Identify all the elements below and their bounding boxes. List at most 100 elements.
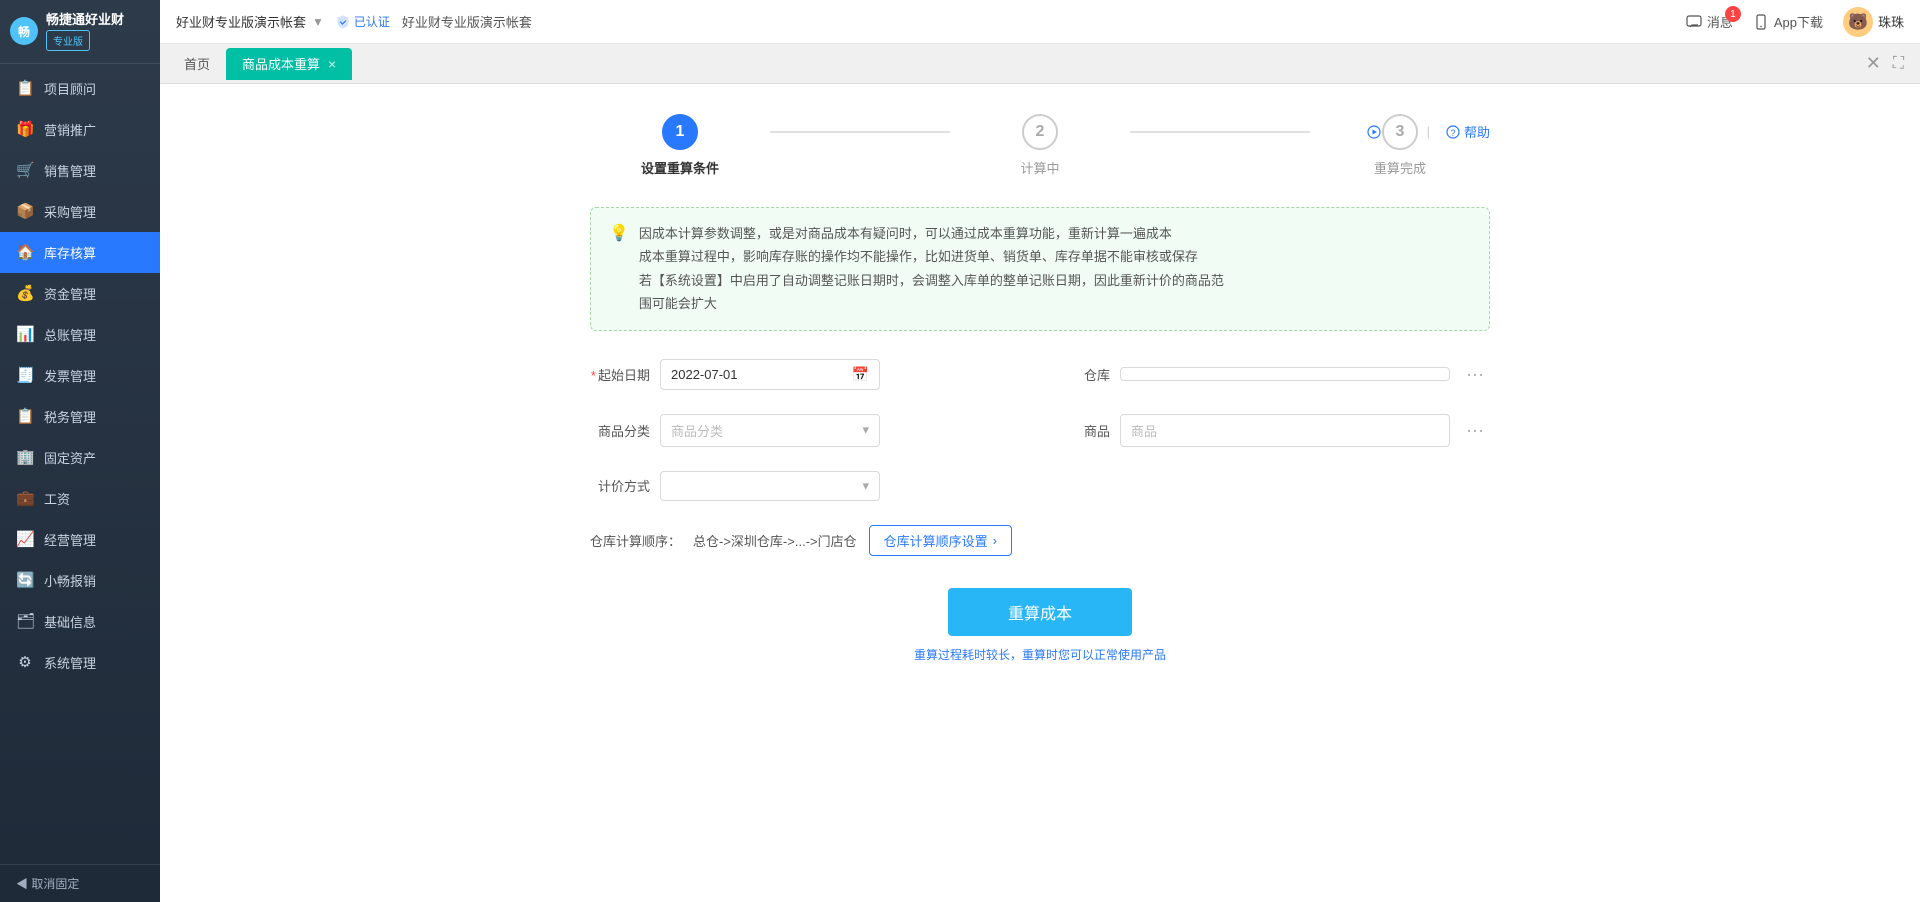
warehouse-order-settings-button[interactable]: 仓库计算顺序设置 › — [869, 525, 1012, 556]
step-label-2: 计算中 — [1020, 158, 1059, 177]
finance-icon: 💰 — [16, 284, 34, 302]
sidebar-item-tax[interactable]: 📋 税务管理 — [0, 396, 160, 437]
sidebar: 畅 畅捷通好业财 专业版 📋 项目顾问 🎁 营销推广 🛒 销售管理 📦 采购管理… — [0, 0, 160, 902]
account-name: 好业财专业版演示帐套 — [176, 12, 306, 31]
sidebar-nav: 📋 项目顾问 🎁 营销推广 🛒 销售管理 📦 采购管理 🏠 库存核算 💰 资金管… — [0, 64, 160, 864]
tab-cost-recalc[interactable]: 商品成本重算 × — [226, 48, 352, 80]
sidebar-item-purchase[interactable]: 📦 采购管理 — [0, 191, 160, 232]
sidebar-item-label: 资金管理 — [44, 284, 96, 303]
warehouse-label: 仓库 — [1050, 365, 1110, 384]
help-label: 帮助 — [1464, 122, 1490, 141]
sales-icon: 🛒 — [16, 161, 34, 179]
unpin-label: ◀ 取消固定 — [16, 875, 79, 892]
topbar-app-download[interactable]: App下载 — [1753, 12, 1823, 31]
goods-input[interactable]: 商品 — [1120, 414, 1450, 447]
sidebar-item-operation[interactable]: 📈 经营管理 — [0, 519, 160, 560]
verified-text: 已认证 — [354, 13, 390, 30]
sidebar-item-salary[interactable]: 💼 工资 — [0, 478, 160, 519]
operation-icon: 📈 — [16, 530, 34, 548]
sidebar-item-label: 发票管理 — [44, 366, 96, 385]
form-group-warehouse: 仓库 ··· — [1050, 364, 1490, 385]
sidebar-item-label: 经营管理 — [44, 530, 96, 549]
start-date-value: 2022-07-01 — [671, 367, 738, 382]
sidebar-item-label: 营销推广 — [44, 120, 96, 139]
info-line-2: 成本重算过程中，影响库存账的操作均不能操作，比如进货单、销货单、库存单据不能审核… — [639, 245, 1224, 268]
close-window-icon[interactable]: ✕ — [1866, 53, 1881, 74]
goods-placeholder: 商品 — [1131, 421, 1157, 440]
topbar-account[interactable]: 好业财专业版演示帐套 ▼ — [176, 12, 324, 31]
step-1: 1 设置重算条件 — [590, 114, 770, 177]
sidebar-item-finance[interactable]: 💰 资金管理 — [0, 273, 160, 314]
basic-icon: 🗂 — [16, 612, 34, 630]
form-row-3: 计价方式 ▾ — [590, 471, 1490, 501]
recalc-section: 重算成本 重算过程耗时较长，重算时您可以正常使用产品 — [590, 588, 1490, 663]
step-label-1: 设置重算条件 — [641, 158, 719, 177]
info-box: 💡 因成本计算参数调整，或是对商品成本有疑问时，可以通过成本重算功能，重新计算一… — [590, 207, 1490, 331]
recalc-button[interactable]: 重算成本 — [948, 588, 1132, 636]
tab-home[interactable]: 首页 — [168, 48, 226, 80]
sidebar-edition: 专业版 — [46, 30, 90, 51]
sidebar-title-group: 畅捷通好业财 专业版 — [46, 12, 124, 51]
sidebar-item-label: 库存核算 — [44, 243, 96, 262]
step-line-1-2 — [770, 131, 950, 133]
sidebar-item-project[interactable]: 📋 项目顾问 — [0, 68, 160, 109]
tab-active-label: 商品成本重算 — [242, 54, 320, 73]
phone-icon — [1753, 14, 1769, 30]
category-placeholder: 商品分类 — [671, 421, 723, 440]
purchase-icon: 📦 — [16, 202, 34, 220]
tab-close-icon[interactable]: × — [328, 56, 336, 72]
tabs-bar: 首页 商品成本重算 × ✕ ⛶ — [160, 44, 1920, 84]
help-link[interactable]: ? 帮助 — [1446, 122, 1490, 141]
salary-icon: 💼 — [16, 489, 34, 507]
sidebar-item-label: 销售管理 — [44, 161, 96, 180]
sidebar-item-label: 系统管理 — [44, 653, 96, 672]
form-group-goods: 商品 商品 ··· — [1050, 414, 1490, 447]
warehouse-input[interactable] — [1120, 367, 1450, 381]
info-box-content: 因成本计算参数调整，或是对商品成本有疑问时，可以通过成本重算功能，重新计算一遍成… — [639, 222, 1224, 316]
sidebar-footer-unpin[interactable]: ◀ 取消固定 — [0, 864, 160, 902]
step-label-3: 重算完成 — [1374, 158, 1426, 177]
sidebar-item-label: 税务管理 — [44, 407, 96, 426]
category-select[interactable]: 商品分类 ▾ — [660, 414, 880, 447]
step-circle-2: 2 — [1022, 114, 1058, 150]
sidebar-item-system[interactable]: ⚙ 系统管理 — [0, 642, 160, 683]
sidebar-item-label: 工资 — [44, 489, 70, 508]
sidebar-item-accounting[interactable]: 📊 总账管理 — [0, 314, 160, 355]
topbar-verified: 已认证 — [336, 13, 390, 30]
form-group-start-date: *起始日期 2022-07-01 📅 — [590, 359, 1030, 390]
sidebar-item-sales[interactable]: 🛒 销售管理 — [0, 150, 160, 191]
sidebar-item-basic[interactable]: 🗂 基础信息 — [0, 601, 160, 642]
sidebar-item-asset[interactable]: 🏢 固定资产 — [0, 437, 160, 478]
sidebar-header: 畅 畅捷通好业财 专业版 — [0, 0, 160, 64]
info-line-4: 围可能会扩大 — [639, 292, 1224, 315]
warehouse-more-icon[interactable]: ··· — [1460, 364, 1490, 385]
app-download-label: App下载 — [1774, 12, 1823, 31]
steps-container: 1 设置重算条件 2 计算中 3 重算完成 — [590, 114, 1490, 177]
sidebar-item-label: 基础信息 — [44, 612, 96, 631]
sidebar-item-invoice[interactable]: 🧾 发票管理 — [0, 355, 160, 396]
topbar-user[interactable]: 🐻 珠珠 — [1843, 7, 1904, 37]
start-date-label: *起始日期 — [590, 365, 650, 384]
system-icon: ⚙ — [16, 653, 34, 671]
start-date-input[interactable]: 2022-07-01 📅 — [660, 359, 880, 390]
play-circle-icon — [1367, 125, 1381, 139]
sidebar-item-label: 小畅报销 — [44, 571, 96, 590]
sidebar-item-marketing[interactable]: 🎁 营销推广 — [0, 109, 160, 150]
sidebar-item-expense[interactable]: 🔄 小畅报销 — [0, 560, 160, 601]
form-group-category: 商品分类 商品分类 ▾ — [590, 414, 1030, 447]
project-icon: 📋 — [16, 79, 34, 97]
sidebar-item-inventory[interactable]: 🏠 库存核算 — [0, 232, 160, 273]
pricing-label: 计价方式 — [590, 476, 650, 495]
warehouse-order-value: 总仓->深圳仓库->...->门店仓 — [693, 531, 857, 550]
chevron-down-icon: ▾ — [862, 478, 869, 494]
form-row-1: *起始日期 2022-07-01 📅 仓库 ··· — [590, 359, 1490, 390]
topbar-message[interactable]: 消息 1 — [1686, 12, 1733, 31]
pricing-select[interactable]: ▾ — [660, 471, 880, 501]
form-group-pricing: 计价方式 ▾ — [590, 471, 1030, 501]
goods-more-icon[interactable]: ··· — [1460, 420, 1490, 441]
expand-window-icon[interactable]: ⛶ — [1893, 55, 1904, 73]
main-area: 好业财专业版演示帐套 ▼ 已认证 好业财专业版演示帐套 消息 1 App下载 🐻… — [160, 0, 1920, 902]
inventory-icon: 🏠 — [16, 243, 34, 261]
accounting-icon: 📊 — [16, 325, 34, 343]
message-icon — [1686, 14, 1702, 30]
